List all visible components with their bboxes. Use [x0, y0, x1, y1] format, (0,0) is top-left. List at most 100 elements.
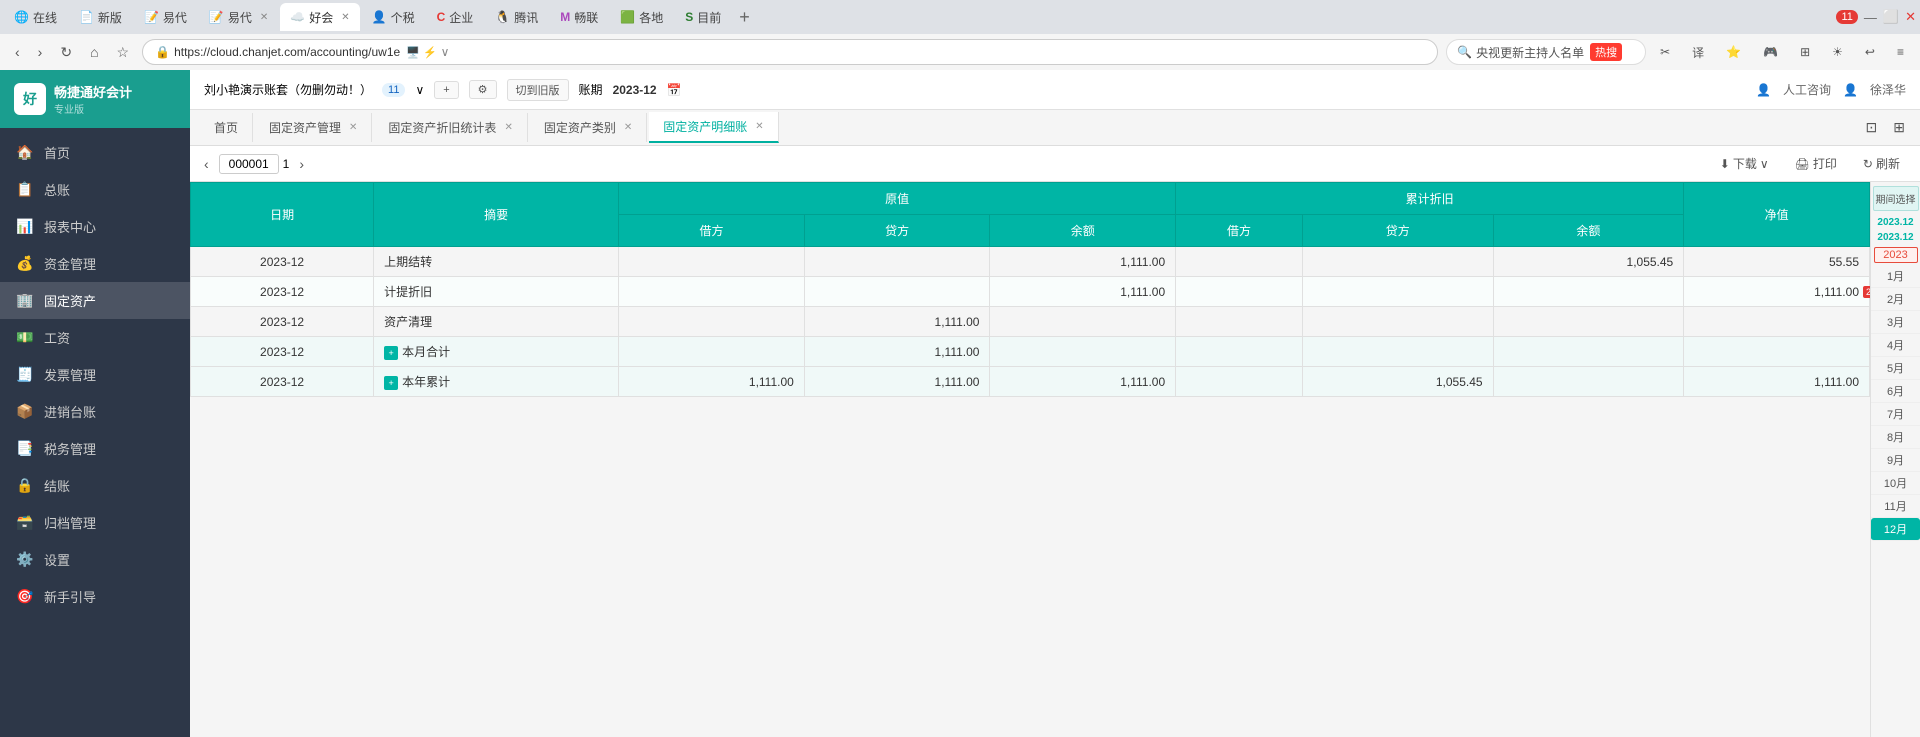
tab-close-detail-icon[interactable]: ✕	[755, 121, 763, 132]
tab-fixed-dep-stat[interactable]: 固定资产折旧统计表 ✕	[374, 113, 527, 142]
tab-bar: 🌐 在线 📄 新版 📝 易代 📝 易代 ✕ ☁️ 好会 ✕ 👤 个税 C 企业	[0, 0, 1920, 34]
sidebar-item-archive[interactable]: 🗃️ 归档管理	[0, 504, 190, 541]
tab-close-active-icon[interactable]: ✕	[341, 12, 349, 23]
sidebar-item-salary[interactable]: 💵 工资	[0, 319, 190, 356]
dropdown-arrow[interactable]: ∨	[415, 83, 424, 97]
toolbar-right: ⬇ 下载 ∨ 🖨 打印 ↻ 刷新	[1714, 153, 1906, 174]
brightness-btn[interactable]: ☀	[1826, 43, 1849, 61]
period-month-6[interactable]: 6月	[1871, 380, 1920, 403]
report-icon: 📊	[16, 218, 34, 236]
th-dep-debit: 借方	[1176, 215, 1303, 247]
translate-btn[interactable]: 译	[1686, 42, 1710, 63]
browser-tab-yidai1[interactable]: 📝 易代	[134, 3, 197, 31]
period-month-12[interactable]: 12月	[1871, 518, 1920, 541]
sidebar-item-home[interactable]: 🏠 首页	[0, 134, 190, 171]
sidebar-item-tax[interactable]: 📑 税务管理	[0, 430, 190, 467]
content-wrapper: 日期 摘要 原值 累计折旧 净值 借方 贷方 余额 借方 贷方 余额	[190, 182, 1920, 737]
app-header: 刘小艳演示账套（勿删勿动！） 11 ∨ + ⚙ 切到旧版 账期 2023-12 …	[190, 70, 1920, 110]
settings-account-button[interactable]: ⚙	[469, 80, 497, 99]
data-table: 日期 摘要 原值 累计折旧 净值 借方 贷方 余额 借方 贷方 余额	[190, 182, 1870, 397]
tab-fixed-mgmt[interactable]: 固定资产管理 ✕	[255, 113, 372, 142]
address-text: https://cloud.chanjet.com/accounting/uw1…	[174, 45, 400, 59]
menu-btn[interactable]: ≡	[1891, 43, 1910, 61]
user-avatar-icon: 👤	[1843, 83, 1858, 97]
game-btn[interactable]: 🎮	[1757, 43, 1784, 61]
forward-button[interactable]: ›	[33, 42, 48, 62]
tab-fixed-type[interactable]: 固定资产类别 ✕	[530, 113, 647, 142]
tab-close-dep-icon[interactable]: ✕	[504, 122, 512, 133]
period-month-3[interactable]: 3月	[1871, 311, 1920, 334]
sidebar-item-invoice[interactable]: 🧾 发票管理	[0, 356, 190, 393]
sidebar-item-inventory[interactable]: 📦 进销台账	[0, 393, 190, 430]
period-month-11[interactable]: 11月	[1871, 495, 1920, 518]
sidebar-item-ledger[interactable]: 📋 总账	[0, 171, 190, 208]
period-month-9[interactable]: 9月	[1871, 449, 1920, 472]
period-month-7[interactable]: 7月	[1871, 403, 1920, 426]
service-label[interactable]: 人工咨询	[1783, 81, 1831, 98]
scissors-btn[interactable]: ✂	[1654, 43, 1676, 61]
search-placeholder: 央视更新主持人名单	[1476, 44, 1584, 61]
switch-version-button[interactable]: 切到旧版	[507, 79, 569, 101]
period-month-2[interactable]: 2月	[1871, 288, 1920, 311]
cell-dep-credit	[1302, 337, 1493, 367]
tab-close-icon[interactable]: ✕	[260, 12, 268, 23]
collapse-panel-button[interactable]: ⊡	[1861, 117, 1883, 138]
print-button[interactable]: 🖨 打印	[1789, 153, 1843, 174]
year-badge: 2023	[1863, 286, 1870, 298]
address-bar[interactable]: 🔒 https://cloud.chanjet.com/accounting/u…	[142, 39, 1438, 65]
cell-net-value: 55.55	[1684, 247, 1870, 277]
minimize-button[interactable]: —	[1864, 10, 1877, 25]
tab-fixed-type-label: 固定资产类别	[544, 119, 616, 136]
browser-toolbar-actions: ✂ 译 ⭐ 🎮 ⊞ ☀ ↩ ≡	[1654, 42, 1910, 63]
next-record-button[interactable]: ›	[299, 156, 304, 172]
add-account-button[interactable]: +	[434, 81, 458, 99]
tab-home-label: 首页	[214, 119, 238, 136]
sidebar-item-report[interactable]: 📊 报表中心	[0, 208, 190, 245]
search-bar[interactable]: 🔍 央视更新主持人名单 热搜	[1446, 39, 1646, 65]
close-button[interactable]: ✕	[1905, 9, 1916, 25]
record-number-input[interactable]	[219, 154, 279, 174]
tab-home[interactable]: 首页	[200, 113, 253, 142]
bookmark-button[interactable]: ☆	[112, 42, 135, 63]
hot-badge: 热搜	[1590, 43, 1622, 61]
period-month-10[interactable]: 10月	[1871, 472, 1920, 495]
browser-tab-new[interactable]: 📄 新版	[69, 3, 132, 31]
browser-tab-haokuai[interactable]: ☁️ 好会 ✕	[280, 3, 359, 31]
calendar-icon[interactable]: 📅	[667, 83, 682, 97]
tab-close-type-icon[interactable]: ✕	[624, 122, 632, 133]
sidebar-item-fund[interactable]: 💰 资金管理	[0, 245, 190, 282]
browser-tab-gedi[interactable]: 🟩 各地	[610, 3, 673, 31]
account-count: 11	[382, 83, 405, 97]
browser-tab-geshui[interactable]: 👤 个税	[362, 3, 425, 31]
star-btn[interactable]: ⭐	[1720, 43, 1747, 61]
history-btn[interactable]: ↩	[1859, 43, 1881, 61]
prev-record-button[interactable]: ‹	[204, 156, 209, 172]
period-month-4[interactable]: 4月	[1871, 334, 1920, 357]
browser-tab-tencent[interactable]: 🐧 腾讯	[485, 3, 548, 31]
home-button[interactable]: ⌂	[85, 42, 103, 62]
sidebar: 好 畅捷通好会计 专业版 🏠 首页 📋 总账 📊 报表中心 💰 资金管理	[0, 70, 190, 737]
browser-tab-chang[interactable]: M 畅联	[550, 3, 608, 31]
sidebar-item-fixed-asset[interactable]: 🏢 固定资产	[0, 282, 190, 319]
tab-close-icon[interactable]: ✕	[349, 122, 357, 133]
summary-icon: +	[384, 376, 398, 390]
period-month-1[interactable]: 1月	[1871, 265, 1920, 288]
refresh-button[interactable]: ↻ 刷新	[1857, 153, 1906, 174]
period-month-8[interactable]: 8月	[1871, 426, 1920, 449]
tab-fixed-detail[interactable]: 固定资产明细账 ✕	[649, 112, 778, 143]
maximize-button[interactable]: ⬜	[1883, 9, 1899, 25]
period-month-5[interactable]: 5月	[1871, 357, 1920, 380]
browser-tab-online[interactable]: 🌐 在线	[4, 3, 67, 31]
reload-button[interactable]: ↻	[55, 42, 77, 63]
grid-btn[interactable]: ⊞	[1794, 43, 1816, 61]
browser-tab-qiye[interactable]: C 企业	[427, 3, 484, 31]
browser-tab-muqian[interactable]: S 目前	[675, 3, 731, 31]
sidebar-item-closing[interactable]: 🔒 结账	[0, 467, 190, 504]
download-button[interactable]: ⬇ 下载 ∨	[1714, 153, 1775, 174]
sidebar-item-guide[interactable]: 🎯 新手引导	[0, 578, 190, 615]
browser-tab-yidai2[interactable]: 📝 易代 ✕	[199, 3, 278, 31]
expand-panel-button[interactable]: ⊞	[1888, 117, 1910, 138]
new-tab-button[interactable]: +	[733, 7, 756, 28]
sidebar-item-settings[interactable]: ⚙️ 设置	[0, 541, 190, 578]
back-button[interactable]: ‹	[10, 42, 25, 62]
